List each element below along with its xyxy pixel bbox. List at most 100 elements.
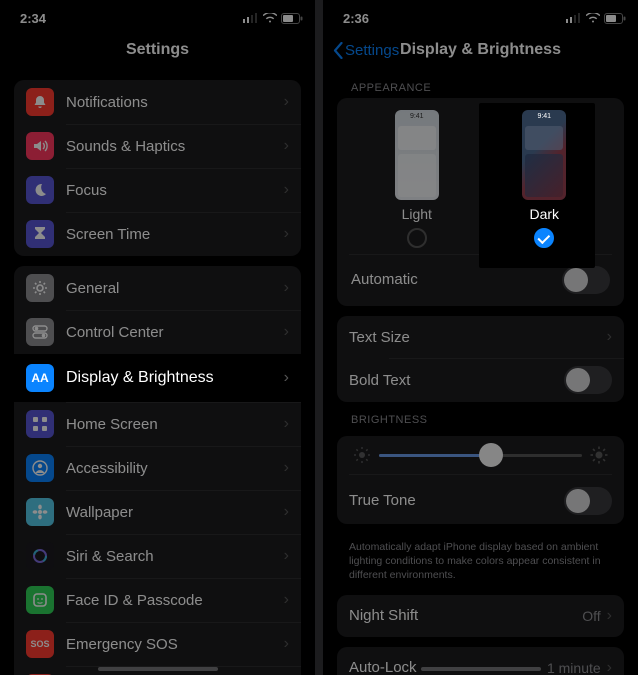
phone-display-brightness: 2:36 Settings Display & Brightness APPEA… — [323, 0, 638, 675]
settings-row-accessibility[interactable]: Accessibility› — [14, 446, 301, 490]
theme-option-light[interactable]: 9:41 Light — [362, 110, 472, 248]
row-night-shift[interactable]: Night Shift Off › — [337, 595, 624, 637]
chevron-left-icon — [333, 42, 343, 59]
settings-row-screen-time[interactable]: Screen Time› — [14, 212, 301, 256]
text-group: Text Size › Bold Text — [337, 316, 624, 402]
night-shift-group: Night Shift Off › — [337, 595, 624, 637]
chevron-right-icon: › — [284, 137, 289, 155]
chevron-right-icon: › — [284, 225, 289, 243]
row-label: Display & Brightness — [66, 369, 284, 387]
back-button[interactable]: Settings — [333, 42, 399, 59]
settings-row-sounds-haptics[interactable]: Sounds & Haptics› — [14, 124, 301, 168]
appearance-header: APPEARANCE — [351, 82, 610, 94]
signal-icon — [566, 13, 582, 23]
chevron-right-icon: › — [284, 323, 289, 341]
light-label: Light — [402, 206, 432, 222]
status-time: 2:36 — [343, 11, 369, 26]
sun-max-icon — [590, 446, 608, 464]
settings-row-home-screen[interactable]: Home Screen› — [14, 402, 301, 446]
sun-min-icon — [353, 446, 371, 464]
text-size-label: Text Size — [349, 329, 607, 346]
light-preview: 9:41 — [395, 110, 439, 200]
speaker-icon — [26, 132, 54, 160]
brightness-slider[interactable] — [379, 454, 582, 457]
siri-icon — [26, 542, 54, 570]
row-label: Sounds & Haptics — [66, 138, 284, 155]
dark-label: Dark — [529, 206, 559, 222]
settings-title-bar: Settings — [0, 30, 315, 70]
automatic-row: Automatic — [349, 254, 612, 296]
dark-radio[interactable] — [534, 228, 554, 248]
status-bar: 2:36 — [323, 0, 638, 30]
settings-group-1: Notifications›Sounds & Haptics›Focus›Scr… — [14, 80, 301, 256]
chevron-right-icon: › — [284, 279, 289, 297]
chevron-right-icon: › — [607, 607, 612, 625]
row-label: Face ID & Passcode — [66, 592, 284, 609]
chevron-right-icon: › — [284, 591, 289, 609]
settings-row-notifications[interactable]: Notifications› — [14, 80, 301, 124]
settings-row-siri-search[interactable]: Siri & Search› — [14, 534, 301, 578]
settings-row-general[interactable]: General› — [14, 266, 301, 310]
appearance-card: 9:41 Light 9:41 Dark Automatic — [337, 98, 624, 306]
moon-icon — [26, 176, 54, 204]
chevron-right-icon: › — [284, 93, 289, 111]
back-label: Settings — [345, 42, 399, 59]
display-title-bar: Settings Display & Brightness — [323, 30, 638, 70]
battery-icon — [281, 13, 303, 24]
row-label: Siri & Search — [66, 548, 284, 565]
status-bar: 2:34 — [0, 0, 315, 30]
chevron-right-icon: › — [607, 328, 612, 346]
theme-option-dark[interactable]: 9:41 Dark — [489, 110, 599, 248]
settings-row-control-center[interactable]: Control Center› — [14, 310, 301, 354]
hourglass-icon — [26, 220, 54, 248]
row-label: Wallpaper — [66, 504, 284, 521]
chevron-right-icon: › — [284, 369, 289, 387]
grid-icon — [26, 410, 54, 438]
row-label: Emergency SOS — [66, 636, 284, 653]
bold-text-label: Bold Text — [349, 372, 564, 389]
chevron-right-icon: › — [607, 659, 612, 675]
true-tone-switch[interactable] — [564, 487, 612, 515]
page-title: Display & Brightness — [400, 41, 561, 59]
settings-row-face-id-passcode[interactable]: Face ID & Passcode› — [14, 578, 301, 622]
row-label: General — [66, 280, 284, 297]
chevron-right-icon: › — [284, 415, 289, 433]
night-shift-value: Off — [582, 608, 600, 624]
settings-row-wallpaper[interactable]: Wallpaper› — [14, 490, 301, 534]
preview-clock: 9:41 — [522, 113, 566, 120]
SOS-icon: SOS — [26, 630, 54, 658]
gear-icon — [26, 274, 54, 302]
chevron-right-icon: › — [284, 635, 289, 653]
row-label: Screen Time — [66, 226, 284, 243]
preview-clock: 9:41 — [395, 113, 439, 120]
chevron-right-icon: › — [284, 503, 289, 521]
row-label: Control Center — [66, 324, 284, 341]
row-true-tone: True Tone — [349, 474, 612, 516]
settings-row-focus[interactable]: Focus› — [14, 168, 301, 212]
light-radio[interactable] — [407, 228, 427, 248]
row-bold-text: Bold Text — [337, 358, 624, 402]
flower-icon — [26, 498, 54, 526]
toggles-icon — [26, 318, 54, 346]
true-tone-label: True Tone — [349, 492, 564, 509]
true-tone-note: Automatically adapt iPhone display based… — [323, 534, 638, 585]
wifi-icon — [263, 13, 277, 23]
automatic-label: Automatic — [351, 271, 562, 288]
person-icon — [26, 454, 54, 482]
row-text-size[interactable]: Text Size › — [337, 316, 624, 358]
chevron-right-icon: › — [284, 181, 289, 199]
settings-row-emergency-sos[interactable]: SOS Emergency SOS› — [14, 622, 301, 666]
status-indicators — [566, 13, 626, 24]
night-shift-label: Night Shift — [349, 607, 582, 624]
phone-settings: 2:34 Settings Notifications›Sounds & Hap… — [0, 0, 315, 675]
settings-row-display-brightness[interactable]: AADisplay & Brightness› — [14, 354, 301, 402]
brightness-group: True Tone — [337, 436, 624, 524]
brightness-slider-row — [349, 446, 612, 464]
automatic-switch[interactable] — [562, 266, 610, 294]
bold-text-switch[interactable] — [564, 366, 612, 394]
chevron-right-icon: › — [284, 547, 289, 565]
bell-icon — [26, 88, 54, 116]
status-indicators — [243, 13, 303, 24]
chevron-right-icon: › — [284, 459, 289, 477]
signal-icon — [243, 13, 259, 23]
